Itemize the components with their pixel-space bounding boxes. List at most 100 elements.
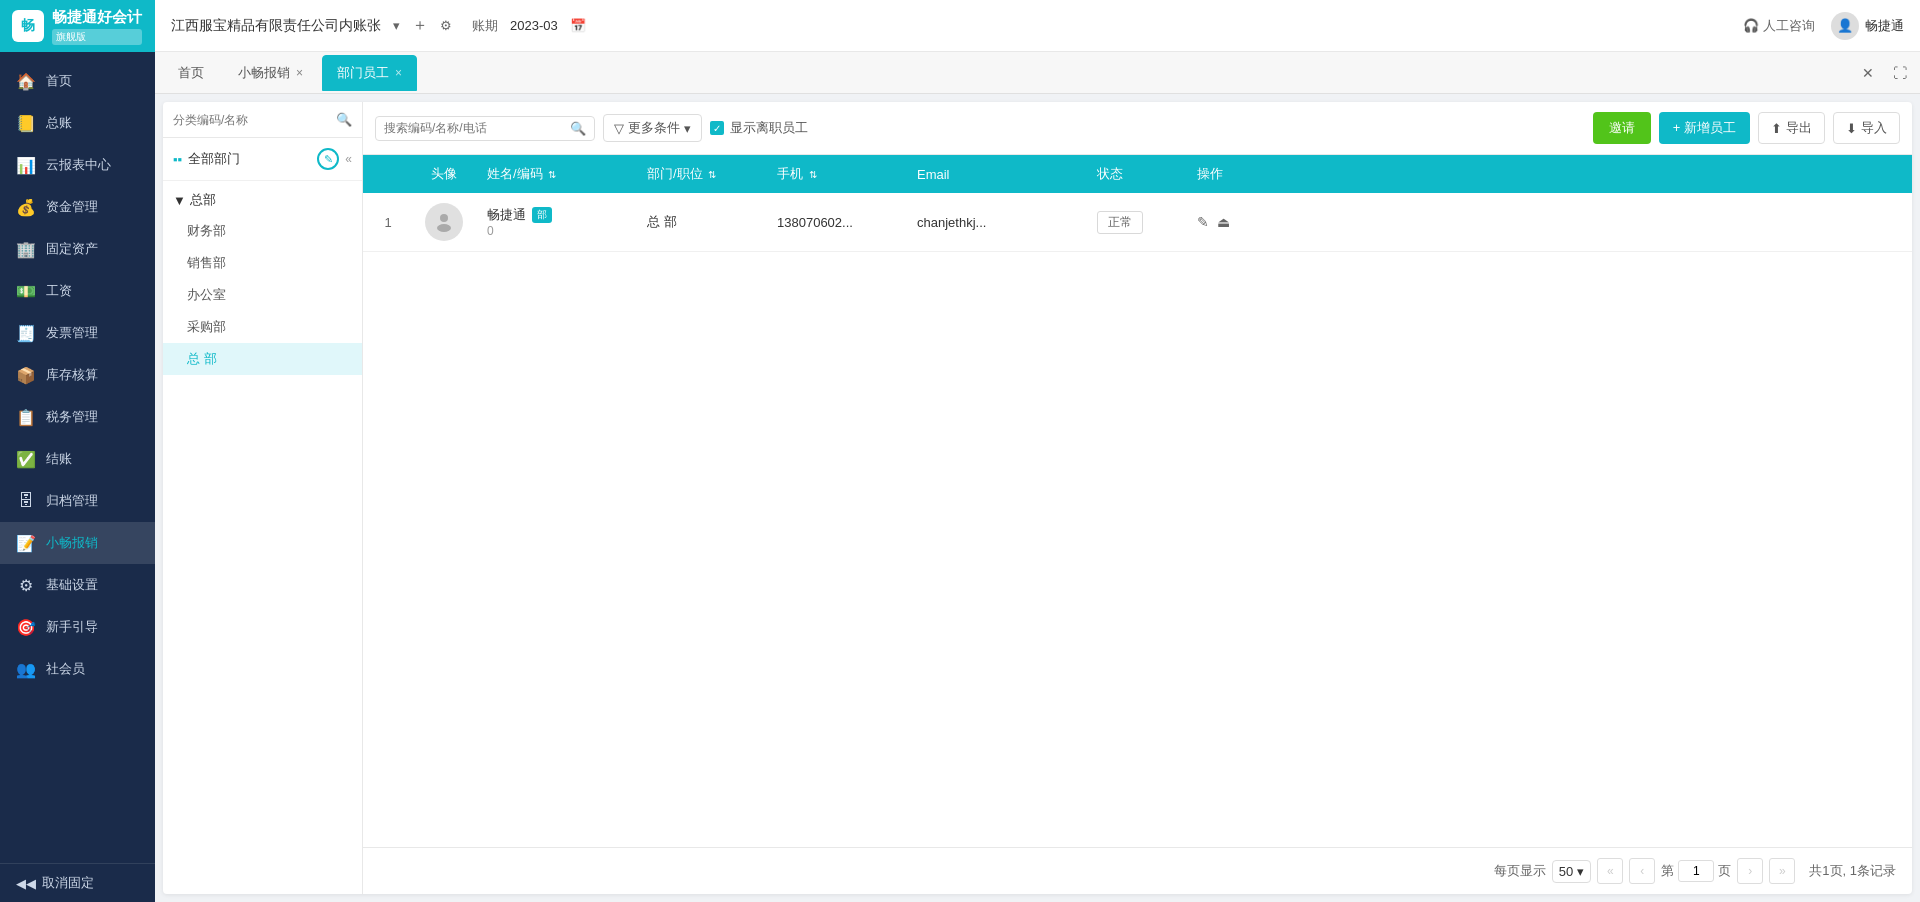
sidebar-item-archive[interactable]: 🗄 归档管理 — [0, 480, 155, 522]
ledger-icon: 📒 — [16, 113, 36, 133]
avatar: 👤 — [1831, 12, 1859, 40]
search-icon[interactable]: 🔍 — [570, 121, 586, 136]
page-prev-button[interactable]: ‹ — [1629, 858, 1655, 884]
export-button[interactable]: ⬆ 导出 — [1758, 112, 1825, 144]
col-header-actions: 操作 — [1185, 155, 1912, 193]
settings-icon: ⚙ — [16, 575, 36, 595]
tab-employees[interactable]: 部门员工 × — [322, 55, 417, 91]
show-resigned-toggle[interactable]: ✓ 显示离职员工 — [710, 119, 808, 137]
page-size-label: 每页显示 — [1494, 862, 1546, 880]
employee-dept-badge: 部 — [532, 207, 552, 223]
dept-edit-button[interactable]: ✎ — [317, 148, 339, 170]
sidebar-item-inventory[interactable]: 📦 库存核算 — [0, 354, 155, 396]
sidebar-item-ledger[interactable]: 📒 总账 — [0, 102, 155, 144]
dept-item-general[interactable]: 总 部 — [163, 343, 362, 375]
cell-dept: 总 部 — [635, 193, 765, 252]
period-value: 2023-03 — [510, 18, 558, 33]
logout-employee-button[interactable]: ⏏ — [1217, 214, 1230, 230]
sidebar-item-settings[interactable]: ⚙ 基础设置 — [0, 564, 155, 606]
company-dropdown-icon[interactable]: ▾ — [393, 18, 400, 33]
tab-home[interactable]: 首页 — [163, 55, 219, 91]
tab-expense[interactable]: 小畅报销 × — [223, 55, 318, 91]
dept-all-header: ▪▪ 全部部门 ✎ « — [163, 138, 362, 181]
sidebar-item-checkout[interactable]: ✅ 结账 — [0, 438, 155, 480]
page-size-select[interactable]: 50 ▾ — [1552, 860, 1591, 883]
page-next-button[interactable]: › — [1737, 858, 1763, 884]
cell-num: 1 — [363, 193, 413, 252]
reports-icon: 📊 — [16, 155, 36, 175]
dept-collapse-icon[interactable]: « — [345, 152, 352, 166]
dept-group-general[interactable]: ▼ 总部 — [163, 185, 362, 215]
dept-tree: ▼ 总部 财务部 销售部 办公室 采购部 总 部 — [163, 181, 362, 894]
filter-icon: ▽ — [614, 121, 624, 136]
employee-search-box: 🔍 — [375, 116, 595, 141]
app-logo-text: 畅捷通好会计 — [52, 8, 142, 27]
sidebar-item-guide[interactable]: 🎯 新手引导 — [0, 606, 155, 648]
sidebar-item-community[interactable]: 👥 社会员 — [0, 648, 155, 690]
cell-name: 畅捷通 部 0 — [475, 193, 635, 252]
sidebar-item-reports[interactable]: 📊 云报表中心 — [0, 144, 155, 186]
dept-search-box: 🔍 — [163, 102, 362, 138]
tab-employees-close[interactable]: × — [395, 66, 402, 80]
add-employee-button[interactable]: + 新增员工 — [1659, 112, 1750, 144]
col-header-avatar: 头像 — [413, 155, 475, 193]
dept-search-icon[interactable]: 🔍 — [336, 112, 352, 127]
add-company-icon[interactable]: ＋ — [412, 15, 428, 36]
col-header-status: 状态 — [1085, 155, 1185, 193]
dept-item-finance[interactable]: 财务部 — [163, 215, 362, 247]
sidebar-item-expense[interactable]: 📝 小畅报销 — [0, 522, 155, 564]
edit-employee-button[interactable]: ✎ — [1197, 214, 1209, 230]
col-header-name[interactable]: 姓名/编码 ⇅ — [475, 155, 635, 193]
page-label-pre: 第 — [1661, 862, 1674, 880]
employee-search-input[interactable] — [384, 121, 564, 135]
cell-avatar — [413, 193, 475, 252]
cell-actions: ✎ ⏏ — [1185, 193, 1912, 252]
toolbar-right-buttons: 邀请 + 新增员工 ⬆ 导出 ⬇ 导入 — [1593, 112, 1900, 144]
page-content: 🔍 ▪▪ 全部部门 ✎ « ▼ 总部 财务部 销售部 办公室 采购部 总 部 — [163, 102, 1912, 894]
support-button[interactable]: 🎧 人工咨询 — [1743, 17, 1815, 35]
tab-expand-button[interactable]: ⛶ — [1888, 61, 1912, 85]
import-button[interactable]: ⬇ 导入 — [1833, 112, 1900, 144]
dept-item-office[interactable]: 办公室 — [163, 279, 362, 311]
dept-search-input[interactable] — [173, 113, 330, 127]
invite-button[interactable]: 邀请 — [1593, 112, 1651, 144]
page-first-button[interactable]: « — [1597, 858, 1623, 884]
export-icon: ⬆ — [1771, 121, 1782, 136]
employee-table: 头像 姓名/编码 ⇅ 部门/职位 ⇅ 手机 ⇅ — [363, 155, 1912, 847]
dept-item-purchase[interactable]: 采购部 — [163, 311, 362, 343]
sidebar-item-assets[interactable]: 🏢 固定资产 — [0, 228, 155, 270]
col-header-phone[interactable]: 手机 ⇅ — [765, 155, 905, 193]
dept-sort-icon: ⇅ — [708, 169, 716, 180]
page-number-input[interactable] — [1678, 860, 1714, 882]
topbar-settings-icon[interactable]: ⚙ — [440, 18, 452, 33]
tab-close-all-button[interactable]: ✕ — [1856, 61, 1880, 85]
svg-point-0 — [440, 214, 448, 222]
user-menu[interactable]: 👤 畅捷通 — [1831, 12, 1904, 40]
employee-code: 0 — [487, 224, 623, 238]
left-panel: 🔍 ▪▪ 全部部门 ✎ « ▼ 总部 财务部 销售部 办公室 采购部 总 部 — [163, 102, 363, 894]
sidebar-unpin-button[interactable]: ◀◀ 取消固定 — [0, 863, 155, 902]
tax-icon: 📋 — [16, 407, 36, 427]
col-header-dept[interactable]: 部门/职位 ⇅ — [635, 155, 765, 193]
sidebar-item-invoice[interactable]: 🧾 发票管理 — [0, 312, 155, 354]
assets-icon: 🏢 — [16, 239, 36, 259]
community-icon: 👥 — [16, 659, 36, 679]
sidebar-nav: 🏠 首页 📒 总账 📊 云报表中心 💰 资金管理 🏢 固定资产 💵 工资 🧾 发… — [0, 52, 155, 863]
more-filter-button[interactable]: ▽ 更多条件 ▾ — [603, 114, 702, 142]
dept-item-sales[interactable]: 销售部 — [163, 247, 362, 279]
page-label-post: 页 — [1718, 862, 1731, 880]
sidebar-item-funds[interactable]: 💰 资金管理 — [0, 186, 155, 228]
calendar-icon[interactable]: 📅 — [570, 18, 586, 33]
sidebar-item-home[interactable]: 🏠 首页 — [0, 60, 155, 102]
sidebar-item-salary[interactable]: 💵 工资 — [0, 270, 155, 312]
import-icon: ⬇ — [1846, 121, 1857, 136]
show-resigned-checkbox[interactable]: ✓ — [710, 121, 724, 135]
tab-expense-close[interactable]: × — [296, 66, 303, 80]
name-sort-icon: ⇅ — [548, 169, 556, 180]
right-toolbar: 🔍 ▽ 更多条件 ▾ ✓ 显示离职员工 邀请 + 新增员工 ⬆ 导出 — [363, 102, 1912, 155]
dept-group-arrow: ▼ — [173, 193, 186, 208]
page-last-button[interactable]: » — [1769, 858, 1795, 884]
dept-grid-icon: ▪▪ — [173, 152, 182, 167]
sidebar-item-tax[interactable]: 📋 税务管理 — [0, 396, 155, 438]
topbar: 江西服宝精品有限责任公司内账张 ▾ ＋ ⚙ 账期 2023-03 📅 🎧 人工咨… — [155, 0, 1920, 52]
